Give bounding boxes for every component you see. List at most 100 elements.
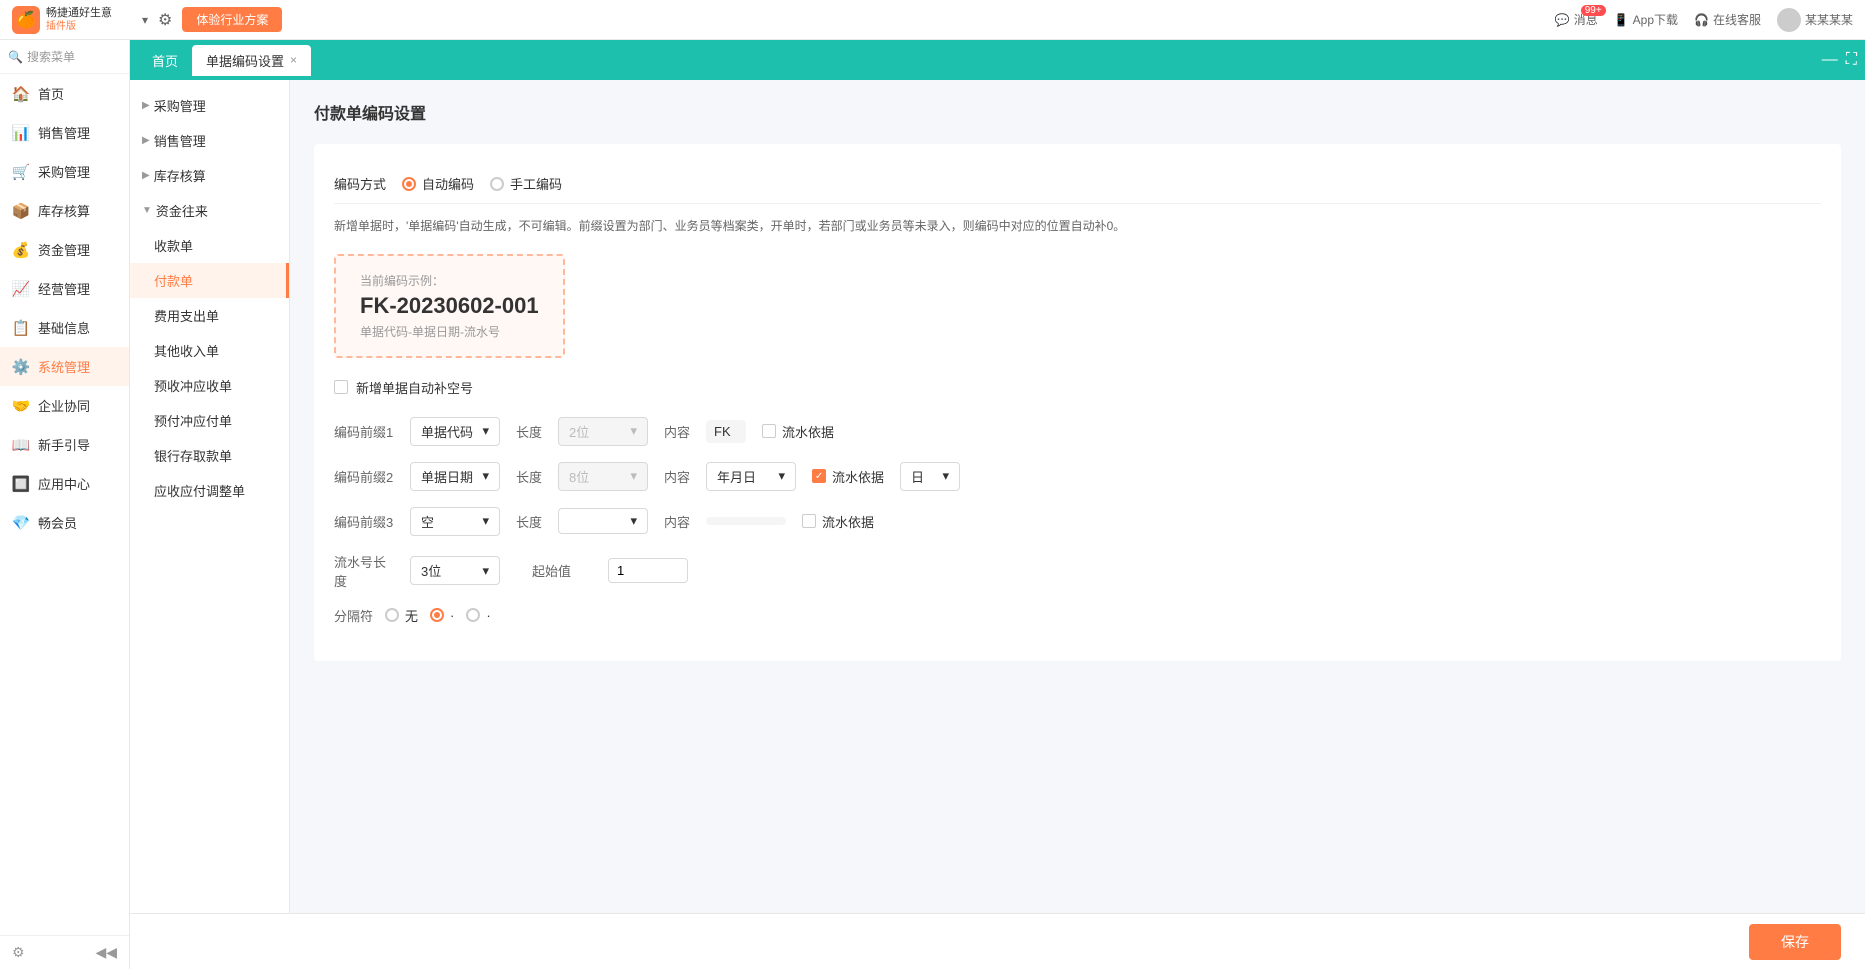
collapse-icon[interactable]: ◀◀ [95, 944, 117, 961]
stream2-unit-select[interactable]: 日 ▾ [900, 462, 960, 491]
sub-group-capital: ▼ 资金往来 收款单 付款单 费用支出单 其他收入单 预收冲应收单 预付冲应付单… [130, 193, 289, 508]
sidebar-item-operation[interactable]: 📈 经营管理 [0, 269, 129, 308]
tab-maximize-btn[interactable]: ⛶ [1846, 51, 1857, 69]
stream3-checkbox[interactable] [802, 514, 816, 528]
sidebar-bottom: ⚙ ◀◀ [0, 935, 129, 969]
separator-dot2-radio[interactable]: · [466, 608, 490, 623]
tab-current[interactable]: 单据编码设置 × [192, 45, 311, 76]
length3-select[interactable]: ▾ [558, 508, 648, 534]
sub-item-payment[interactable]: 付款单 [130, 263, 289, 298]
vip-icon: 💎 [12, 514, 30, 532]
coding-mode-radio-group: 自动编码 手工编码 [402, 174, 562, 193]
start-value-input[interactable]: 1 [608, 558, 688, 583]
serial-length-arrow-icon: ▾ [482, 563, 489, 579]
tab-bar: 首页 单据编码设置 × — ⛶ [130, 40, 1865, 80]
operation-icon: 📈 [12, 280, 30, 298]
length1-arrow-icon: ▾ [630, 423, 637, 439]
length2-select[interactable]: 8位 ▾ [558, 462, 648, 491]
sub-group-purchase-title[interactable]: ▶ 采购管理 [130, 88, 289, 123]
sub-group-inventory: ▶ 库存核算 [130, 158, 289, 193]
prefix1-select[interactable]: 单据代码 ▾ [410, 417, 500, 446]
save-button[interactable]: 保存 [1749, 924, 1841, 960]
settings-card: 编码方式 自动编码 手工编码 [314, 144, 1841, 661]
sub-item-prepay-receive[interactable]: 预收冲应收单 [130, 368, 289, 403]
tab-minimize-btn[interactable]: — [1822, 51, 1838, 69]
tab-close-btn[interactable]: × [290, 53, 297, 67]
page-title: 付款单编码设置 [314, 100, 1841, 124]
guide-icon: 📖 [12, 436, 30, 454]
config-row-2: 编码前缀2 单据日期 ▾ 长度 8位 ▾ 内容 年月日 [334, 462, 1821, 491]
dropdown-toggle[interactable]: ▾ [142, 13, 148, 27]
appcenter-icon: 🔲 [12, 475, 30, 493]
enterprise-icon: 🤝 [12, 397, 30, 415]
auto-fill-row: 新增单据自动补空号 [334, 378, 1821, 397]
sub-item-prepay-pay[interactable]: 预付冲应付单 [130, 403, 289, 438]
service-item[interactable]: 🎧 在线客服 [1694, 11, 1761, 28]
tab-home[interactable]: 首页 [138, 45, 192, 76]
settings-icon[interactable]: ⚙ [158, 10, 172, 30]
sub-item-bank[interactable]: 银行存取款单 [130, 438, 289, 473]
sub-item-adjust[interactable]: 应收应付调整单 [130, 473, 289, 508]
content2-select[interactable]: 年月日 ▾ [706, 462, 796, 491]
main-content: 付款单编码设置 编码方式 自动编码 手工编码 [290, 80, 1865, 913]
coding-mode-row: 编码方式 自动编码 手工编码 [334, 164, 1821, 204]
brand-text: 畅捷通好生意 插件版 [46, 6, 112, 33]
sub-sidebar: ▶ 采购管理 ▶ 销售管理 ▶ 库存核算 [130, 80, 290, 913]
length1-select[interactable]: 2位 ▾ [558, 417, 648, 446]
sales-icon: 📊 [12, 124, 30, 142]
bottom-bar: 保存 [130, 913, 1865, 969]
sidebar-item-home[interactable]: 🏠 首页 [0, 74, 129, 113]
app-download-item[interactable]: 📱 App下载 [1614, 11, 1678, 28]
message-item[interactable]: 💬 消息 99+ [1555, 11, 1598, 28]
auto-code-radio-circle [402, 177, 416, 191]
stream2-check[interactable]: 流水依据 [812, 467, 884, 486]
inventory-icon: 📦 [12, 202, 30, 220]
auto-code-radio[interactable]: 自动编码 [402, 174, 474, 193]
stream3-check[interactable]: 流水依据 [802, 512, 874, 531]
sub-item-receipt[interactable]: 收款单 [130, 228, 289, 263]
sub-group-sales: ▶ 销售管理 [130, 123, 289, 158]
stream1-check[interactable]: 流水依据 [762, 422, 834, 441]
length2-arrow-icon: ▾ [630, 468, 637, 484]
sidebar-item-vip[interactable]: 💎 畅会员 [0, 503, 129, 542]
top-bar-center: ▾ ⚙ 体验行业方案 [142, 7, 1545, 32]
sub-group-inventory-title[interactable]: ▶ 库存核算 [130, 158, 289, 193]
sub-item-other-income[interactable]: 其他收入单 [130, 333, 289, 368]
search-menu[interactable]: 🔍 搜索菜单 [0, 40, 129, 74]
stream2-checkbox[interactable] [812, 469, 826, 483]
sub-group-capital-title[interactable]: ▼ 资金往来 [130, 193, 289, 228]
separator-none-radio[interactable]: 无 [385, 606, 418, 625]
sidebar-item-inventory[interactable]: 📦 库存核算 [0, 191, 129, 230]
content3-value [706, 517, 786, 525]
prefix2-label: 编码前缀2 [334, 467, 394, 486]
sidebar-item-finance[interactable]: 💰 资金管理 [0, 230, 129, 269]
top-bar: 🍊 畅捷通好生意 插件版 ▾ ⚙ 体验行业方案 💬 消息 99+ 📱 App下载… [0, 0, 1865, 40]
separator-none-circle [385, 608, 399, 622]
sidebar-item-system[interactable]: ⚙️ 系统管理 [0, 347, 129, 386]
length3-label: 长度 [516, 512, 542, 531]
separator-dot1-radio[interactable]: · [430, 608, 454, 623]
sidebar-item-sales[interactable]: 📊 销售管理 [0, 113, 129, 152]
settings-bottom-icon[interactable]: ⚙ [12, 944, 25, 961]
service-icon: 🎧 [1694, 13, 1709, 27]
sidebar-item-appcenter[interactable]: 🔲 应用中心 [0, 464, 129, 503]
serial-length-select[interactable]: 3位 ▾ [410, 556, 500, 585]
trial-btn[interactable]: 体验行业方案 [182, 7, 282, 32]
auto-fill-checkbox[interactable] [334, 380, 348, 394]
arrow-right-icon3: ▶ [142, 170, 150, 181]
user-item[interactable]: 某某某某 [1777, 8, 1853, 32]
sidebar-item-purchase[interactable]: 🛒 采购管理 [0, 152, 129, 191]
prefix2-select[interactable]: 单据日期 ▾ [410, 462, 500, 491]
sub-group-sales-title[interactable]: ▶ 销售管理 [130, 123, 289, 158]
sidebar-item-enterprise[interactable]: 🤝 企业协同 [0, 386, 129, 425]
username: 某某某某 [1805, 11, 1853, 28]
sidebar-item-guide[interactable]: 📖 新手引导 [0, 425, 129, 464]
prefix3-select[interactable]: 空 ▾ [410, 507, 500, 536]
length2-label: 长度 [516, 467, 542, 486]
home-icon: 🏠 [12, 85, 30, 103]
stream1-checkbox[interactable] [762, 424, 776, 438]
manual-code-radio[interactable]: 手工编码 [490, 174, 562, 193]
sidebar-item-basicinfo[interactable]: 📋 基础信息 [0, 308, 129, 347]
sub-item-expense[interactable]: 费用支出单 [130, 298, 289, 333]
prefix3-arrow-icon: ▾ [482, 513, 489, 529]
